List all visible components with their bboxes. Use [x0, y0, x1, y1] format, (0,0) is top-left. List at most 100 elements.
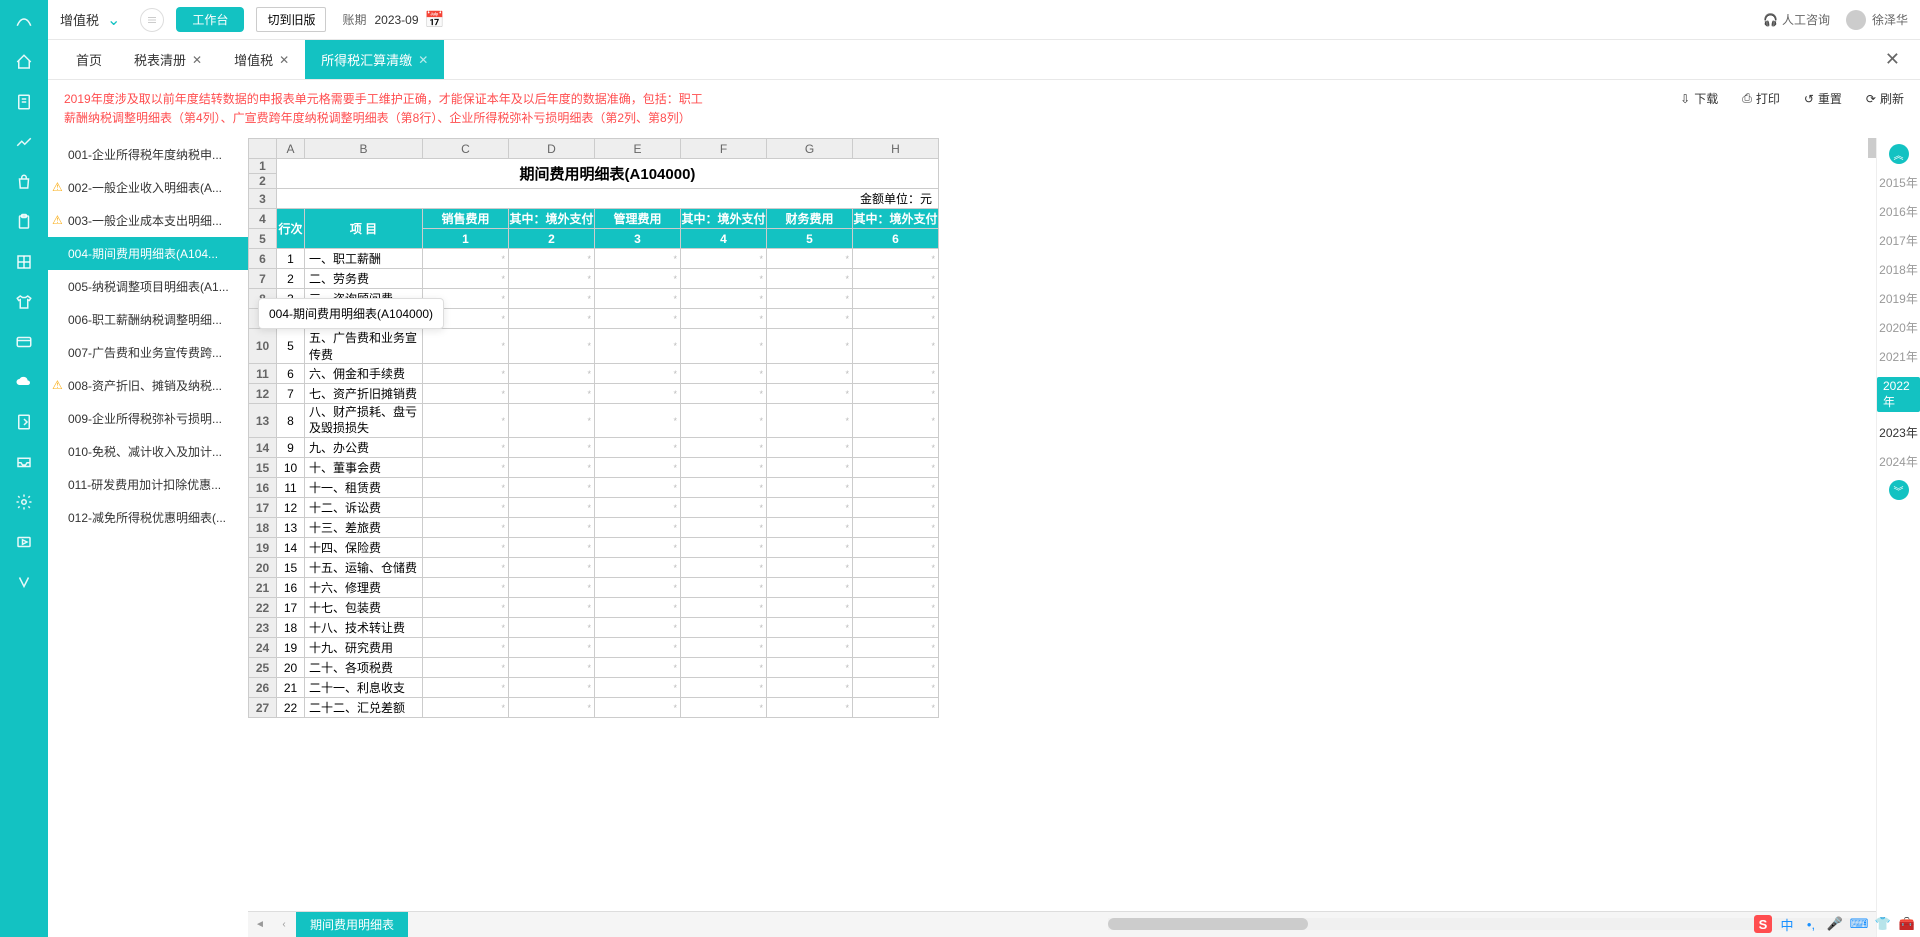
item-cell[interactable]: 二、劳务费 — [305, 269, 423, 289]
col-header[interactable]: D — [509, 139, 595, 159]
data-cell[interactable] — [767, 404, 853, 438]
data-cell[interactable] — [853, 598, 939, 618]
refresh-button[interactable]: ⟳刷新 — [1866, 90, 1904, 107]
item-cell[interactable]: 十四、保险费 — [305, 538, 423, 558]
tab[interactable]: 所得税汇算清缴✕ — [305, 40, 444, 79]
data-cell[interactable] — [767, 384, 853, 404]
data-cell[interactable] — [681, 658, 767, 678]
home-icon[interactable] — [14, 52, 34, 72]
chart-icon[interactable] — [14, 132, 34, 152]
data-cell[interactable] — [595, 578, 681, 598]
tab-close-icon[interactable]: ✕ — [279, 53, 289, 67]
data-cell[interactable] — [853, 289, 939, 309]
data-cell[interactable] — [595, 269, 681, 289]
data-cell[interactable] — [767, 249, 853, 269]
data-cell[interactable] — [681, 698, 767, 718]
tab-close-icon[interactable]: ✕ — [192, 53, 202, 67]
data-cell[interactable] — [681, 269, 767, 289]
download-button[interactable]: ⇩下载 — [1680, 90, 1718, 107]
tree-item[interactable]: 004-期间费用明细表(A104... — [48, 237, 248, 270]
data-cell[interactable] — [681, 518, 767, 538]
tree-item[interactable]: 012-减免所得税优惠明细表(... — [48, 501, 248, 534]
item-cell[interactable]: 一、职工薪酬 — [305, 249, 423, 269]
data-cell[interactable] — [681, 538, 767, 558]
data-cell[interactable] — [767, 638, 853, 658]
data-cell[interactable] — [509, 698, 595, 718]
item-cell[interactable]: 七、资产折旧摊销费 — [305, 384, 423, 404]
data-cell[interactable] — [595, 658, 681, 678]
year-up[interactable]: ︽ — [1889, 144, 1909, 164]
ime-logo-icon[interactable]: S — [1754, 915, 1772, 933]
year-item[interactable]: 2020年 — [1879, 319, 1918, 336]
item-cell[interactable]: 十五、运输、仓储费 — [305, 558, 423, 578]
data-cell[interactable] — [423, 458, 509, 478]
tree-item[interactable]: 009-企业所得税弥补亏损明... — [48, 402, 248, 435]
data-cell[interactable] — [595, 289, 681, 309]
year-item[interactable]: 2017年 — [1879, 232, 1918, 249]
data-cell[interactable] — [767, 364, 853, 384]
item-cell[interactable]: 十八、技术转让费 — [305, 618, 423, 638]
item-cell[interactable]: 二十一、利息收支 — [305, 678, 423, 698]
col-header[interactable]: F — [681, 139, 767, 159]
col-header[interactable]: A — [277, 139, 305, 159]
data-cell[interactable] — [509, 384, 595, 404]
data-cell[interactable] — [853, 678, 939, 698]
ime-skin-icon[interactable]: 👕 — [1874, 915, 1892, 933]
data-cell[interactable] — [681, 309, 767, 329]
data-cell[interactable] — [853, 538, 939, 558]
data-cell[interactable] — [681, 458, 767, 478]
data-cell[interactable] — [595, 518, 681, 538]
data-cell[interactable] — [509, 538, 595, 558]
export-icon[interactable] — [14, 412, 34, 432]
data-cell[interactable] — [853, 558, 939, 578]
year-item[interactable]: 2018年 — [1879, 261, 1918, 278]
year-item[interactable]: 2016年 — [1879, 203, 1918, 220]
data-cell[interactable] — [767, 269, 853, 289]
data-cell[interactable] — [853, 478, 939, 498]
data-cell[interactable] — [423, 658, 509, 678]
data-cell[interactable] — [595, 498, 681, 518]
data-cell[interactable] — [423, 329, 509, 364]
clipboard-icon[interactable] — [14, 212, 34, 232]
data-cell[interactable] — [853, 698, 939, 718]
data-cell[interactable] — [509, 658, 595, 678]
inbox-icon[interactable] — [14, 452, 34, 472]
data-cell[interactable] — [767, 658, 853, 678]
data-cell[interactable] — [423, 558, 509, 578]
data-cell[interactable] — [767, 478, 853, 498]
data-cell[interactable] — [423, 598, 509, 618]
col-header[interactable]: C — [423, 139, 509, 159]
data-cell[interactable] — [423, 438, 509, 458]
data-cell[interactable] — [767, 309, 853, 329]
tree-item[interactable]: 010-免税、减计收入及加计... — [48, 435, 248, 468]
data-cell[interactable] — [681, 638, 767, 658]
data-cell[interactable] — [853, 458, 939, 478]
data-cell[interactable] — [595, 638, 681, 658]
data-cell[interactable] — [595, 478, 681, 498]
data-cell[interactable] — [509, 618, 595, 638]
data-cell[interactable] — [423, 478, 509, 498]
data-cell[interactable] — [853, 364, 939, 384]
data-cell[interactable] — [509, 249, 595, 269]
data-cell[interactable] — [595, 329, 681, 364]
context-dropdown[interactable]: 增值税 — [60, 10, 99, 29]
data-cell[interactable] — [423, 404, 509, 438]
data-cell[interactable] — [509, 578, 595, 598]
item-cell[interactable]: 十二、诉讼费 — [305, 498, 423, 518]
reset-button[interactable]: ↺重置 — [1804, 90, 1842, 107]
col-header[interactable]: E — [595, 139, 681, 159]
data-cell[interactable] — [423, 249, 509, 269]
year-item[interactable]: 2019年 — [1879, 290, 1918, 307]
tab[interactable]: 首页 — [60, 40, 118, 79]
data-cell[interactable] — [423, 498, 509, 518]
item-cell[interactable]: 十三、差旅费 — [305, 518, 423, 538]
data-cell[interactable] — [681, 498, 767, 518]
data-cell[interactable] — [423, 578, 509, 598]
grid-icon[interactable] — [14, 252, 34, 272]
data-cell[interactable] — [509, 458, 595, 478]
item-cell[interactable]: 二十二、汇兑差额 — [305, 698, 423, 718]
item-cell[interactable]: 五、广告费和业务宣传费 — [305, 329, 423, 364]
workbench-button[interactable]: 工作台 — [176, 7, 244, 32]
data-cell[interactable] — [853, 404, 939, 438]
sheet-prev[interactable]: ‹ — [272, 919, 296, 930]
